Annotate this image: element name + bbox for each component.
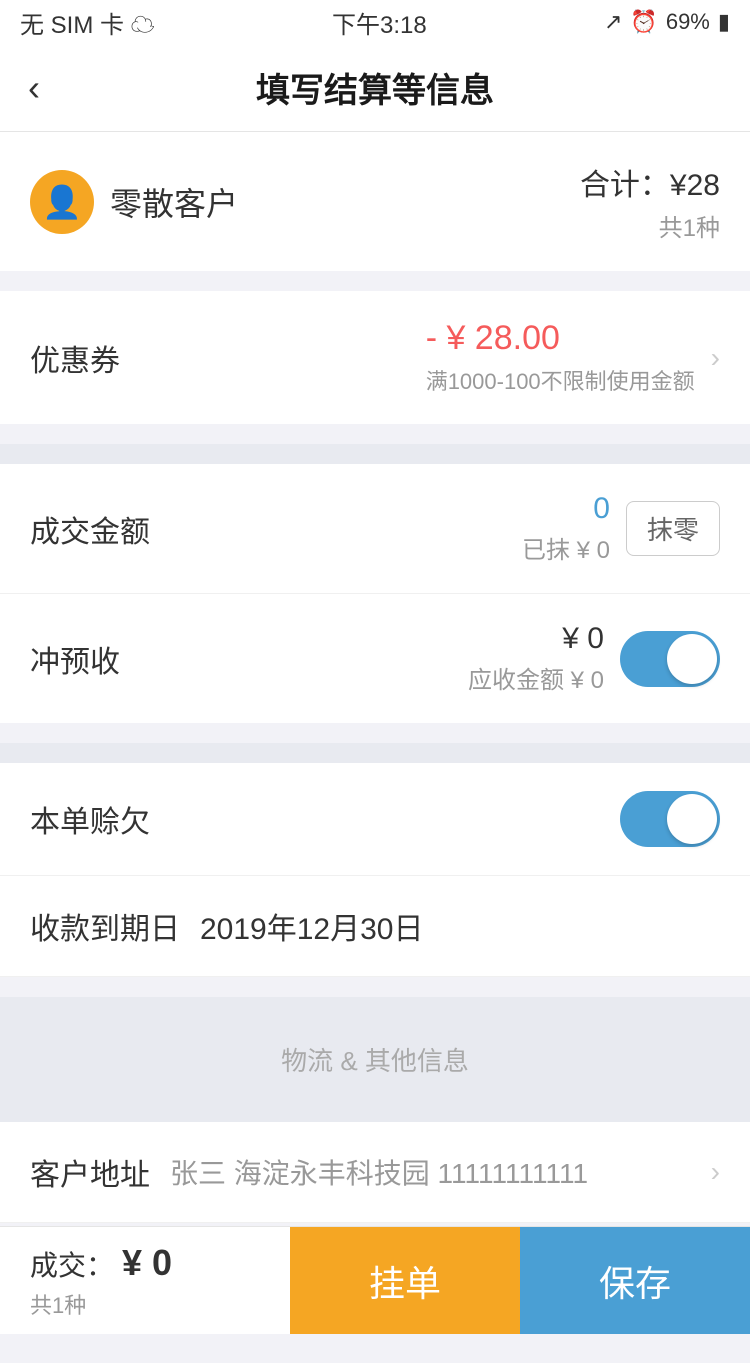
debt-label: 本单赊欠 [30, 797, 150, 841]
prepayment-label: 冲预收 [30, 637, 120, 681]
battery-icon: ▮ [718, 9, 730, 35]
customer-left: 👤 零散客户 [30, 170, 238, 234]
prepayment-value-block: ¥ 0 应收金额 ¥ 0 [468, 622, 604, 695]
prepayment-sub: 应收金额 ¥ 0 [468, 660, 604, 695]
due-date-value: 2019年12月30日 [200, 904, 423, 948]
divider-4 [0, 1102, 750, 1122]
customer-row: 👤 零散客户 合计：¥28 共1种 [0, 132, 750, 271]
debt-right [620, 791, 720, 847]
save-button[interactable]: 保存 [520, 1227, 750, 1334]
coupon-right: - ¥ 28.00 满1000-100不限制使用金额 › [426, 319, 720, 396]
address-row[interactable]: 客户地址 张三 海淀永丰科技园 11111111111 › [0, 1122, 750, 1223]
avatar: 👤 [30, 170, 94, 234]
prepayment-amount: ¥ 0 [468, 622, 604, 656]
address-value: 张三 海淀永丰科技园 11111111111 [170, 1152, 711, 1192]
coupon-chevron-icon: › [711, 342, 720, 374]
coupon-row[interactable]: 优惠券 - ¥ 28.00 满1000-100不限制使用金额 › [0, 291, 750, 424]
divider-3 [0, 997, 750, 1017]
debt-toggle-knob [667, 794, 717, 844]
content: 👤 零散客户 合计：¥28 共1种 优惠券 - ¥ 28.00 满1000-10… [0, 132, 750, 1363]
status-right: ↗ ⏰ 69% ▮ [604, 9, 730, 35]
status-left: 无 SIM 卡 ☁ [20, 5, 155, 40]
coupon-section: 优惠券 - ¥ 28.00 满1000-100不限制使用金额 › [0, 291, 750, 424]
address-chevron-icon: › [711, 1156, 720, 1188]
location-icon: ↗ [604, 9, 622, 35]
prepayment-toggle[interactable] [620, 631, 720, 687]
logistics-label: 物流 & 其他信息 [0, 1017, 750, 1102]
deal-amount-right: 0 已抹 ¥ 0 抹零 [522, 492, 720, 565]
battery-label: 69% [666, 9, 710, 35]
address-section: 客户地址 张三 海淀永丰科技园 11111111111 › [0, 1122, 750, 1223]
debt-row: 本单赊欠 [0, 763, 750, 876]
coupon-value-block: - ¥ 28.00 满1000-100不限制使用金额 [426, 319, 695, 396]
deal-amount-section: 成交金额 0 已抹 ¥ 0 抹零 冲预收 ¥ 0 应收金额 ¥ 0 [0, 464, 750, 723]
alarm-icon: ⏰ [630, 9, 657, 35]
prepayment-right: ¥ 0 应收金额 ¥ 0 [468, 622, 720, 695]
prepayment-row: 冲预收 ¥ 0 应收金额 ¥ 0 [0, 594, 750, 723]
back-button[interactable]: ‹ [28, 67, 40, 109]
due-date-row: 收款到期日 2019年12月30日 [0, 876, 750, 977]
coupon-value: - ¥ 28.00 [426, 319, 695, 358]
customer-count: 共1种 [580, 208, 720, 243]
bottom-trade: 成交： ¥ 0 [30, 1242, 260, 1284]
divider-2 [0, 743, 750, 763]
avatar-icon: 👤 [42, 183, 82, 221]
due-date-label: 收款到期日 [30, 904, 180, 948]
nav-bar: ‹ 填写结算等信息 [0, 44, 750, 132]
customer-name: 零散客户 [110, 179, 238, 225]
bottom-trade-amount: ¥ 0 [122, 1242, 172, 1284]
bottom-info: 成交： ¥ 0 共1种 [0, 1242, 290, 1320]
coupon-label: 优惠券 [30, 336, 120, 380]
deal-amount-sub: 已抹 ¥ 0 [522, 530, 610, 565]
divider-1 [0, 444, 750, 464]
address-label: 客户地址 [30, 1150, 150, 1194]
status-bar: 无 SIM 卡 ☁ 下午3:18 ↗ ⏰ 69% ▮ [0, 0, 750, 44]
page-title: 填写结算等信息 [256, 63, 494, 112]
customer-total: 合计：¥28 [580, 160, 720, 204]
debt-toggle[interactable] [620, 791, 720, 847]
debt-section: 本单赊欠 收款到期日 2019年12月30日 [0, 763, 750, 977]
deal-amount-value: 0 [522, 492, 610, 526]
bottom-bar: 成交： ¥ 0 共1种 挂单 保存 [0, 1226, 750, 1334]
deal-amount-value-block: 0 已抹 ¥ 0 [522, 492, 610, 565]
toggle-knob [667, 634, 717, 684]
status-time: 下午3:18 [332, 5, 427, 40]
coupon-desc: 满1000-100不限制使用金额 [426, 364, 695, 396]
customer-right: 合计：¥28 共1种 [580, 160, 720, 243]
sim-status: 无 SIM 卡 ☁ [20, 5, 155, 40]
moling-button[interactable]: 抹零 [626, 501, 720, 556]
bottom-trade-label: 成交： [30, 1244, 114, 1284]
bottom-count: 共1种 [30, 1288, 260, 1320]
hang-order-button[interactable]: 挂单 [290, 1227, 520, 1334]
deal-amount-row: 成交金额 0 已抹 ¥ 0 抹零 [0, 464, 750, 594]
deal-amount-label: 成交金额 [30, 507, 150, 551]
